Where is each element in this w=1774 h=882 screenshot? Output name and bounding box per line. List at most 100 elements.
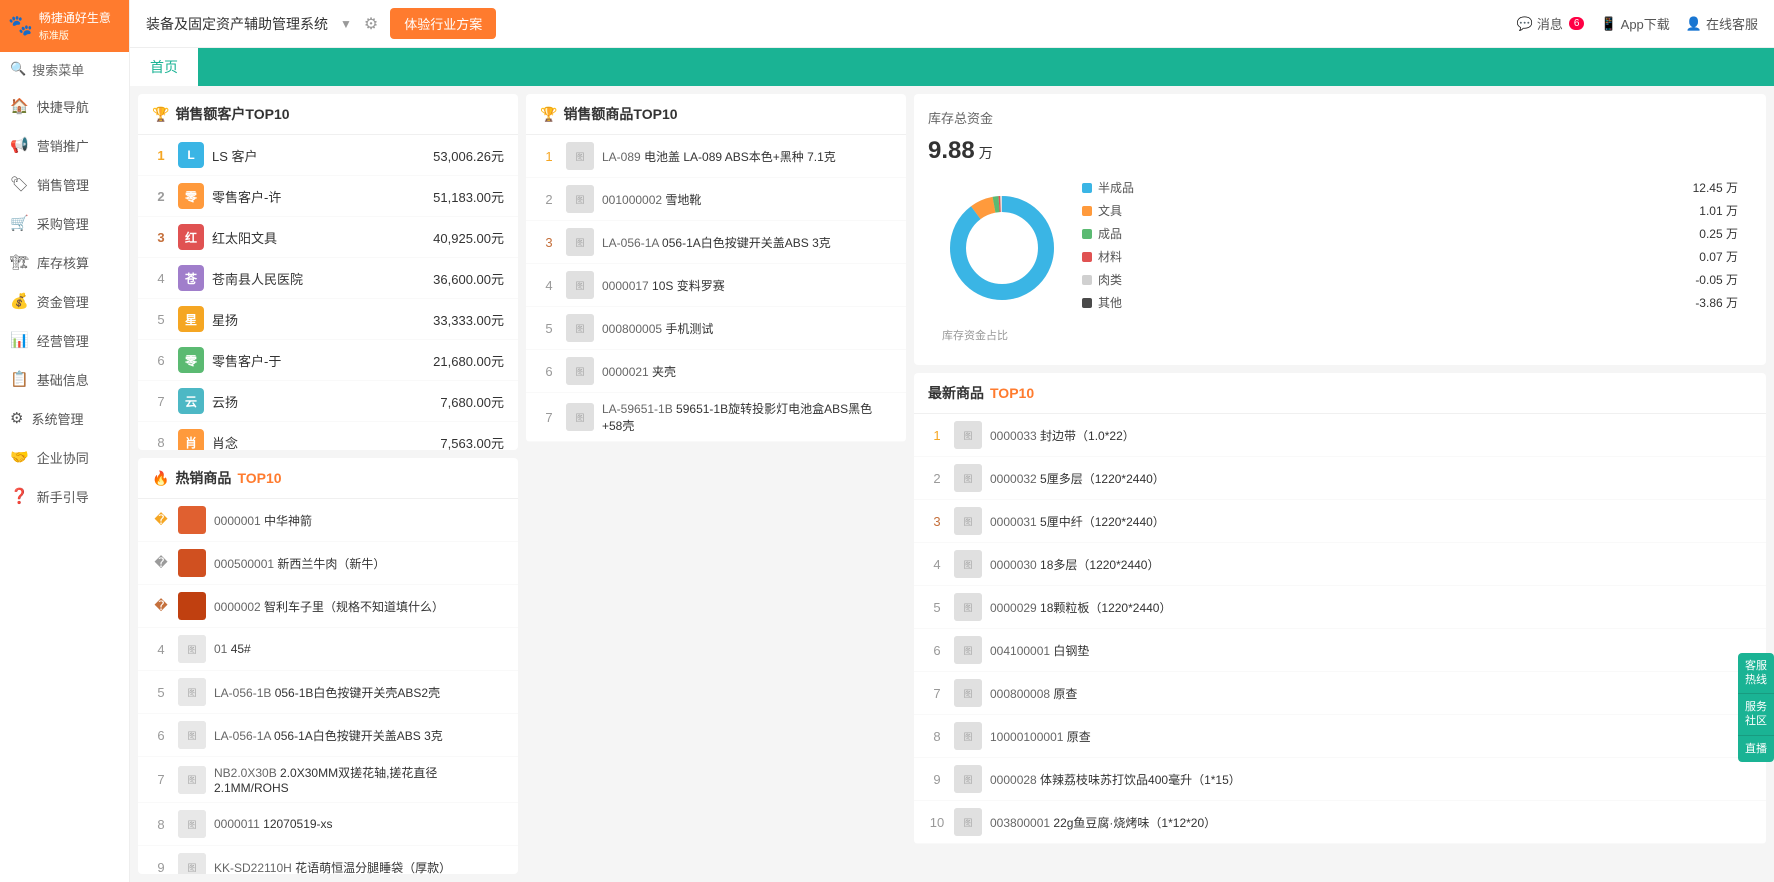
legend-value: 1.01 万 [1699, 202, 1738, 219]
product-ranking-item: 2 图 001000002 雪地靴 [526, 178, 906, 221]
online-service-btn[interactable]: 👤 在线客服 [1686, 14, 1758, 33]
customer-ranking-item: 2 零 零售客户-许 51,183.00元 [138, 176, 518, 217]
rank-number: 3 [152, 230, 170, 245]
sidebar-item-finance[interactable]: 💰 资金管理 [0, 282, 129, 321]
rank-number: 9 [152, 860, 170, 874]
rank-number: 5 [152, 685, 170, 700]
legend-label: 材料 [1098, 248, 1693, 265]
product-ranking-header: 🏆 销售额商品TOP10 [526, 94, 906, 135]
customer-avatar: L [178, 142, 204, 168]
rank-number: 8 [152, 435, 170, 450]
rank-number: 7 [540, 410, 558, 425]
hot-product-item: 9 图 KK-SD22110H 花语萌恒温分腿睡袋（厚款） [138, 846, 518, 874]
product-name: LA-056-1A 056-1A白色按键开关盖ABS 3克 [214, 727, 504, 744]
rank-number: 6 [152, 728, 170, 743]
product-image: 图 [178, 721, 206, 749]
rank-number: 3 [928, 514, 946, 529]
system-icon: ⚙ [10, 409, 23, 427]
product-image: 图 [566, 271, 594, 299]
product-name: 0000028 体辣荔枝味苏打饮品400毫升（1*15） [990, 771, 1752, 788]
sidebar-item-quick-nav[interactable]: 🏠 快捷导航 [0, 87, 129, 126]
sidebar-logo: 🐾 畅捷通好生意 标准版 [0, 0, 129, 52]
phone-icon: 📱 [1600, 16, 1616, 32]
sidebar-item-guide[interactable]: ❓ 新手引导 [0, 477, 129, 516]
hot-products-list: � 0000001 中华神箭 � 000500001 新西兰牛肉（新牛） � 0… [138, 499, 518, 874]
customer-ranking-item: 5 星 星扬 33,333.00元 [138, 299, 518, 340]
product-name: LA-056-1B 056-1B白色按键开关壳ABS2壳 [214, 684, 504, 701]
legend-value: -0.05 万 [1695, 271, 1738, 288]
messages-btn[interactable]: 💬 消息 6 [1517, 14, 1585, 33]
sidebar-item-system[interactable]: ⚙ 系统管理 [0, 399, 129, 438]
hot-product-item: 7 图 NB2.0X30B 2.0X30MM双搓花轴,搓花直径2.1MM/ROH… [138, 757, 518, 803]
stock-unit: 万 [979, 143, 993, 163]
sidebar-item-operations[interactable]: 📊 经营管理 [0, 321, 129, 360]
product-image: 图 [954, 550, 982, 578]
product-ranking-item: 6 图 0000021 夹壳 [526, 350, 906, 393]
customer-avatar: 肖 [178, 429, 204, 450]
finance-icon: 💰 [10, 292, 29, 310]
product-image: 图 [566, 314, 594, 342]
system-title: 装备及固定资产辅助管理系统 [146, 14, 328, 34]
hot-product-item: 8 图 0000011 12070519-xs [138, 803, 518, 846]
new-products-card: 最新商品 TOP10 1 图 0000033 封边带（1.0*22） 2 图 0… [914, 373, 1766, 844]
rank-number: 9 [928, 772, 946, 787]
sidebar-item-collab[interactable]: 🤝 企业协同 [0, 438, 129, 477]
sidebar-item-inventory[interactable]: 🏗 库存核算 [0, 243, 129, 282]
customer-name: 红太阳文具 [212, 228, 425, 247]
legend-label: 肉类 [1098, 271, 1689, 288]
rank-number: 10 [928, 815, 946, 830]
sidebar-item-basic-info[interactable]: 📋 基础信息 [0, 360, 129, 399]
sidebar-item-sales[interactable]: 🏷 销售管理 [0, 165, 129, 204]
experience-btn[interactable]: 体验行业方案 [390, 8, 496, 39]
rank-number: 2 [152, 189, 170, 204]
customer-ranking-item: 8 肖 肖念 7,563.00元 [138, 422, 518, 450]
search-menu[interactable]: 🔍 搜索菜单 [0, 52, 129, 87]
product-image: 图 [954, 507, 982, 535]
marketing-icon: 📢 [10, 136, 29, 154]
legend-value: 0.07 万 [1699, 248, 1738, 265]
customer-name: LS 客户 [212, 146, 425, 165]
legend-color [1082, 229, 1092, 239]
product-ranking-item: 1 图 LA-089 电池盖 LA-089 ABS本色+黑种 7.1克 [526, 135, 906, 178]
rank-number: 7 [152, 772, 170, 787]
guide-icon: ❓ [10, 487, 29, 505]
rank-number: 5 [540, 321, 558, 336]
legend-item: 半成品 12.45 万 [1082, 179, 1738, 196]
product-image: 图 [566, 228, 594, 256]
settings-icon[interactable]: ⚙ [364, 14, 378, 34]
app-download-btn[interactable]: 📱 App下载 [1600, 14, 1669, 33]
float-btn-community[interactable]: 服务社区 [1738, 694, 1774, 736]
rank-number: 4 [928, 557, 946, 572]
dropdown-arrow[interactable]: ▼ [340, 17, 352, 31]
product-image: 图 [178, 766, 206, 794]
float-btn-live[interactable]: 直播 [1738, 736, 1774, 762]
product-image [178, 506, 206, 534]
stock-title: 库存总资金 [928, 108, 1752, 127]
product-ranking-list: 1 图 LA-089 电池盖 LA-089 ABS本色+黑种 7.1克 2 图 … [526, 135, 906, 442]
customer-value: 7,680.00元 [440, 392, 504, 411]
customer-name: 星扬 [212, 310, 425, 329]
trophy2-icon: 🏆 [540, 106, 557, 123]
customer-ranking-list: 1 L LS 客户 53,006.26元 2 零 零售客户-许 51,183.0… [138, 135, 518, 450]
float-btn-service[interactable]: 客服热线 [1738, 653, 1774, 695]
product-name: 0000030 18多层（1220*2440） [990, 556, 1752, 573]
nav-tabs: 首页 [130, 48, 1774, 86]
legend-label: 半成品 [1098, 179, 1687, 196]
product-image: 图 [954, 679, 982, 707]
search-icon: 🔍 [10, 61, 26, 77]
sidebar-item-marketing[interactable]: 📢 营销推广 [0, 126, 129, 165]
message-icon: 💬 [1517, 16, 1533, 32]
product-name: NB2.0X30B 2.0X30MM双搓花轴,搓花直径2.1MM/ROHS [214, 764, 504, 795]
legend-color [1082, 183, 1092, 193]
tab-home[interactable]: 首页 [130, 48, 198, 86]
legend-label: 成品 [1098, 225, 1693, 242]
product-name: 0000017 10S 变料罗赛 [602, 277, 892, 294]
product-image: 图 [954, 636, 982, 664]
sidebar-item-purchase[interactable]: 🛒 采购管理 [0, 204, 129, 243]
legend-color [1082, 298, 1092, 308]
rank-number: 2 [540, 192, 558, 207]
legend-item: 文具 1.01 万 [1082, 202, 1738, 219]
rank-number: � [152, 512, 170, 528]
product-name: 0000002 智利车子里（规格不知道填什么） [214, 598, 504, 615]
customer-avatar: 苍 [178, 265, 204, 291]
